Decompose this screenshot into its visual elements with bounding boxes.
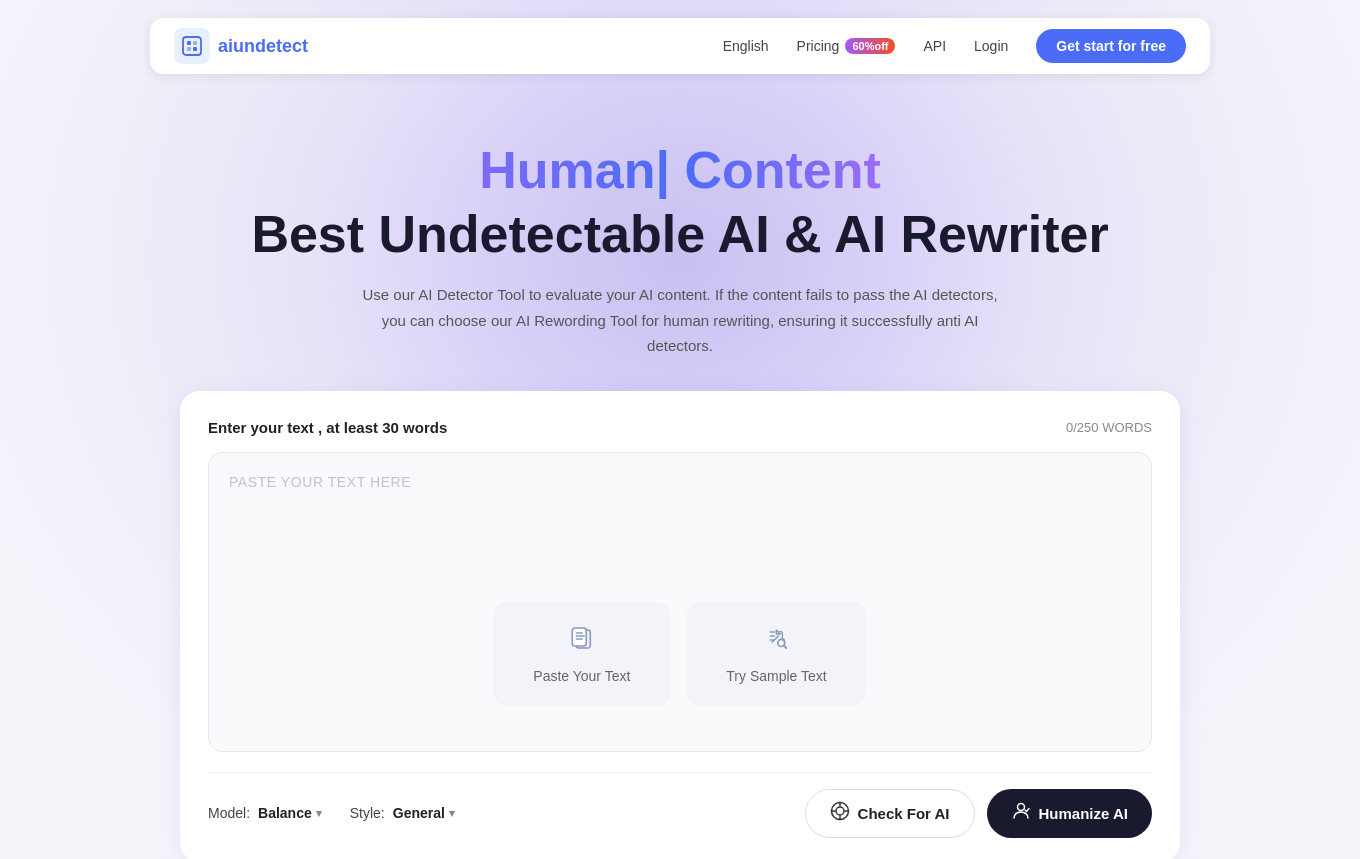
navbar-inner: aiundetect English Pricing 60%off API Lo…: [150, 18, 1210, 74]
style-value[interactable]: General ▾: [393, 805, 455, 821]
style-selector[interactable]: Style: General ▾: [350, 805, 455, 821]
card-footer: Model: Balance ▾ Style: General ▾: [208, 772, 1152, 838]
model-label: Model:: [208, 805, 250, 821]
svg-rect-2: [193, 41, 197, 45]
navbar: aiundetect English Pricing 60%off API Lo…: [130, 0, 1230, 92]
main-card: Enter your text , at least 30 words 0/25…: [180, 391, 1180, 860]
style-label: Style:: [350, 805, 385, 821]
nav-api[interactable]: API: [923, 38, 946, 54]
nav-pricing[interactable]: Pricing 60%off: [797, 38, 896, 54]
card-input-label: Enter your text , at least 30 words: [208, 419, 447, 436]
hero-title-wrapper: Human| Content Best Undetectable AI & AI…: [20, 140, 1340, 264]
logo[interactable]: aiundetect: [174, 28, 308, 64]
check-ai-icon: [830, 801, 850, 826]
page-wrapper: aiundetect English Pricing 60%off API Lo…: [0, 0, 1360, 859]
nav-english[interactable]: English: [723, 38, 769, 54]
get-started-button[interactable]: Get start for free: [1036, 29, 1186, 63]
hero-subtitle: Use our AI Detector Tool to evaluate you…: [360, 282, 1000, 359]
hero-title-gradient: Human| Content: [479, 141, 881, 199]
svg-rect-0: [183, 37, 201, 55]
sample-icon: [763, 624, 791, 658]
nav-login[interactable]: Login: [974, 38, 1008, 54]
card-header: Enter your text , at least 30 words 0/25…: [208, 419, 1152, 436]
paste-btn-label: Paste Your Text: [533, 668, 630, 684]
style-chevron-icon: ▾: [449, 807, 455, 820]
humanize-icon: [1011, 801, 1031, 826]
textarea-placeholder: PASTE YOUR TEXT HERE: [229, 474, 411, 490]
model-selector[interactable]: Model: Balance ▾: [208, 805, 322, 821]
humanize-btn-label: Humanize AI: [1039, 805, 1128, 822]
try-sample-text-button[interactable]: Try Sample Text: [686, 602, 866, 706]
paste-your-text-button[interactable]: Paste Your Text: [493, 602, 670, 706]
paste-icon: [568, 624, 596, 658]
sample-btn-label: Try Sample Text: [726, 668, 826, 684]
model-chevron-icon: ▾: [316, 807, 322, 820]
hero-section: Human| Content Best Undetectable AI & AI…: [0, 92, 1360, 391]
word-count: 0/250 WORDS: [1066, 420, 1152, 435]
svg-rect-1: [187, 41, 191, 45]
check-for-ai-button[interactable]: Check For AI: [805, 789, 975, 838]
nav-links: English Pricing 60%off API Login Get sta…: [723, 29, 1186, 63]
hero-title-main: Best Undetectable AI & AI Rewriter: [20, 204, 1340, 264]
model-value[interactable]: Balance ▾: [258, 805, 322, 821]
svg-rect-6: [572, 628, 586, 646]
svg-point-13: [1017, 803, 1024, 810]
svg-rect-3: [187, 47, 191, 51]
check-btn-label: Check For AI: [858, 805, 950, 822]
logo-label: aiundetect: [218, 36, 308, 57]
action-buttons: Check For AI Humanize AI: [805, 789, 1152, 838]
logo-icon: [174, 28, 210, 64]
model-style-selectors: Model: Balance ▾ Style: General ▾: [208, 805, 455, 821]
humanize-ai-button[interactable]: Humanize AI: [987, 789, 1152, 838]
pricing-badge: 60%off: [845, 38, 895, 54]
quick-actions: Paste Your Text: [493, 602, 866, 706]
svg-point-12: [836, 807, 844, 815]
card-container: Enter your text , at least 30 words 0/25…: [0, 391, 1360, 860]
text-area-wrap[interactable]: PASTE YOUR TEXT HERE Paste: [208, 452, 1152, 752]
svg-rect-4: [193, 47, 197, 51]
